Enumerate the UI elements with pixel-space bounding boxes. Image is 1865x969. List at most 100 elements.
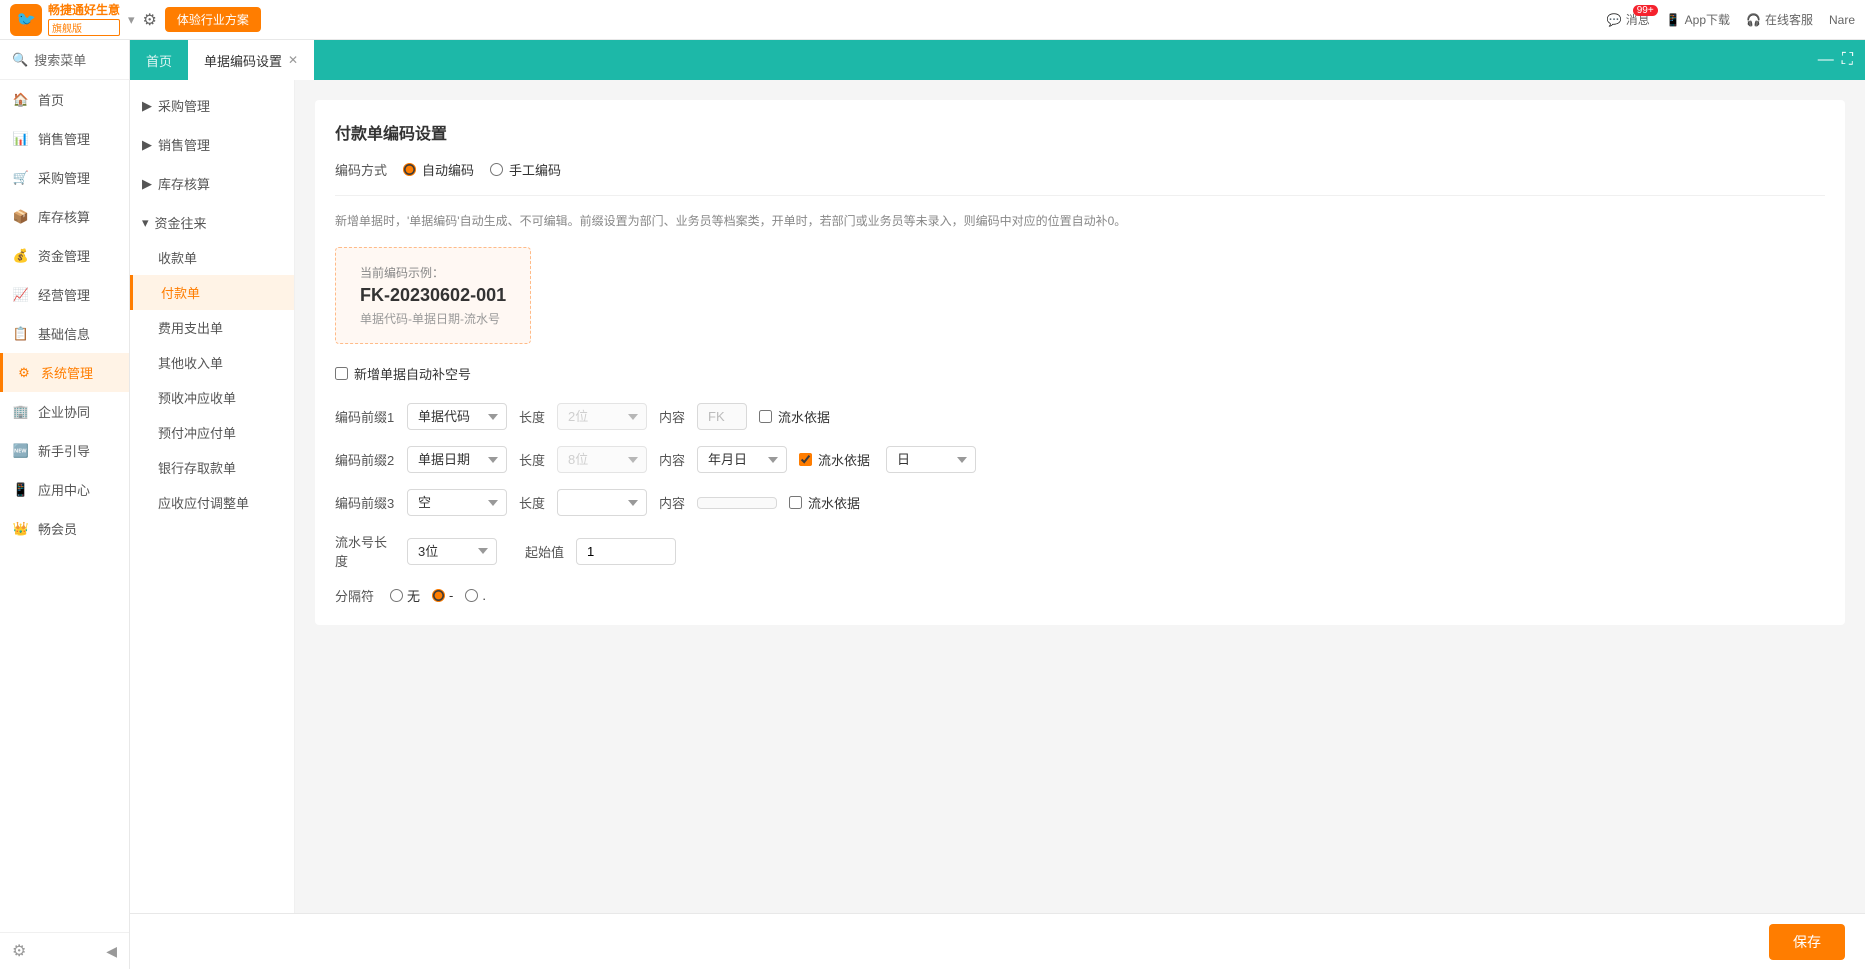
sidebar-item-home[interactable]: 🏠 首页 (0, 80, 129, 119)
settings-icon[interactable]: ⚙ (143, 10, 157, 30)
sidebar-bottom: ⚙ ◀ (0, 932, 129, 969)
manual-code-option[interactable]: 手工编码 (490, 160, 561, 179)
separator-row: 分隔符 无 - . (335, 586, 1825, 605)
prefix2-row: 编码前缀2 单据代码 单据日期 部门 业务员 空 长度 8位 内容 年月日 (335, 446, 1825, 473)
prefix3-content-label: 内容 (659, 493, 685, 512)
sep-dot-option[interactable]: . (465, 588, 486, 603)
sub-group-inventory-title[interactable]: ▶ 库存核算 (130, 166, 294, 201)
save-button[interactable]: 保存 (1769, 924, 1845, 960)
sidebar-item-member[interactable]: 👑 畅会员 (0, 509, 129, 548)
prefix2-select[interactable]: 单据代码 单据日期 部门 业务员 空 (407, 446, 507, 473)
tab-fullscreen-icon[interactable]: ⛶ (1842, 51, 1853, 69)
enterprise-icon: 🏢 (12, 403, 30, 421)
chevron-right-icon2: ▶ (142, 137, 152, 153)
support-button[interactable]: 🎧 在线客服 (1746, 11, 1813, 28)
sub-item-expense[interactable]: 费用支出单 (130, 310, 294, 345)
tab-close-icon[interactable]: ✕ (288, 53, 298, 67)
sidebar-item-appstore[interactable]: 📱 应用中心 (0, 470, 129, 509)
tab-home[interactable]: 首页 (130, 40, 188, 80)
sub-item-other-income[interactable]: 其他收入单 (130, 345, 294, 380)
sub-group-sales: ▶ 销售管理 (130, 127, 294, 162)
search-icon: 🔍 (12, 52, 28, 68)
trial-button[interactable]: 体验行业方案 (165, 7, 261, 32)
auto-code-option[interactable]: 自动编码 (403, 160, 474, 179)
serial-length-select[interactable]: 3位 4位 5位 6位 (407, 538, 497, 565)
sub-item-ap-adjust[interactable]: 应收应付调整单 (130, 485, 294, 520)
sidebar-item-purchase[interactable]: 🛒 采购管理 (0, 158, 129, 197)
serial-length-label: 流水号长度 (335, 532, 395, 570)
sub-group-purchase-title[interactable]: ▶ 采购管理 (130, 88, 294, 123)
sep-dash-option[interactable]: - (432, 588, 453, 603)
prefix2-flow-check[interactable] (799, 453, 812, 466)
auto-fill-checkbox[interactable] (335, 367, 348, 380)
manual-code-radio[interactable] (490, 163, 503, 176)
purchase-icon: 🛒 (12, 169, 30, 187)
sidebar-item-operations[interactable]: 📈 经营管理 (0, 275, 129, 314)
logo-text: 畅捷通好生意 旗舰版 (48, 3, 120, 36)
sep-dot-radio[interactable] (465, 589, 478, 602)
sales-icon: 📊 (12, 130, 30, 148)
sidebar: 🔍 搜索菜单 🏠 首页 📊 销售管理 🛒 采购管理 📦 库存核算 💰 资金管理 … (0, 40, 130, 969)
auto-code-radio[interactable] (403, 163, 416, 176)
sidebar-collapse-icon[interactable]: ◀ (106, 943, 117, 960)
top-bar-right: 💬 消息 99+ 📱 App下载 🎧 在线客服 Nare (1607, 11, 1855, 28)
sep-none-option[interactable]: 无 (390, 586, 420, 605)
system-icon: ⚙ (15, 364, 33, 382)
operations-icon: 📈 (12, 286, 30, 304)
chevron-icon[interactable]: ▾ (128, 12, 135, 28)
start-value-label: 起始值 (525, 542, 564, 561)
sidebar-item-enterprise[interactable]: 🏢 企业协同 (0, 392, 129, 431)
prefix1-length-select[interactable]: 2位 (557, 403, 647, 430)
prefix3-flow-check[interactable] (789, 496, 802, 509)
messages-button[interactable]: 💬 消息 99+ (1607, 11, 1650, 28)
sep-dash-radio[interactable] (432, 589, 445, 602)
sidebar-item-guide[interactable]: 🆕 新手引导 (0, 431, 129, 470)
prefix3-label: 编码前缀3 (335, 493, 395, 512)
sidebar-item-sales[interactable]: 📊 销售管理 (0, 119, 129, 158)
start-value-input[interactable] (576, 538, 676, 565)
sub-group-sales-title[interactable]: ▶ 销售管理 (130, 127, 294, 162)
tab-minimize-icon[interactable]: — (1818, 51, 1834, 69)
sub-sidebar: ▶ 采购管理 ▶ 销售管理 ▶ 库存核算 ▾ 资金往来 (130, 80, 295, 969)
page-title: 付款单编码设置 (335, 120, 1825, 144)
prefix2-length-select[interactable]: 8位 (557, 446, 647, 473)
sep-none-radio[interactable] (390, 589, 403, 602)
sub-item-receipt[interactable]: 收款单 (130, 240, 294, 275)
serial-row: 流水号长度 3位 4位 5位 6位 起始值 (335, 532, 1825, 570)
prefix3-length-select[interactable] (557, 489, 647, 516)
prefix2-flow-period-select[interactable]: 日 月 年 (886, 446, 976, 473)
prefix1-flow-check[interactable] (759, 410, 772, 423)
main-wrapper: 首页 单据编码设置 ✕ — ⛶ ▶ 采购管理 ▶ 销售管理 (130, 40, 1865, 969)
app-download-button[interactable]: 📱 App下载 (1666, 11, 1730, 28)
sidebar-item-system[interactable]: ⚙ 系统管理 (0, 353, 129, 392)
prefix1-content-label: 内容 (659, 407, 685, 426)
sub-item-bank-deposit[interactable]: 银行存取款单 (130, 450, 294, 485)
prefix2-content-select[interactable]: 年月日 年月 年 (697, 446, 787, 473)
finance-icon: 💰 (12, 247, 30, 265)
prefix2-flow-checkbox: 流水依据 (799, 450, 870, 469)
sidebar-settings-icon[interactable]: ⚙ (12, 941, 26, 961)
sub-item-payment[interactable]: 付款单 (130, 275, 294, 310)
sidebar-item-inventory[interactable]: 📦 库存核算 (0, 197, 129, 236)
sidebar-item-basic[interactable]: 📋 基础信息 (0, 314, 129, 353)
prefix1-length-label: 长度 (519, 407, 545, 426)
prefix2-length-label: 长度 (519, 450, 545, 469)
sub-group-fund-title[interactable]: ▾ 资金往来 (130, 205, 294, 240)
tab-bar: 首页 单据编码设置 ✕ — ⛶ (130, 40, 1865, 80)
tab-bar-right: — ⛶ (1818, 51, 1865, 69)
tab-bill-code[interactable]: 单据编码设置 ✕ (188, 40, 314, 80)
example-desc: 单据代码-单据日期-流水号 (360, 310, 506, 327)
guide-icon: 🆕 (12, 442, 30, 460)
chevron-right-icon: ▶ (142, 98, 152, 114)
prefix3-select[interactable]: 单据代码 单据日期 部门 业务员 空 (407, 489, 507, 516)
logo-icon: 🐦 (10, 4, 42, 36)
search-menu[interactable]: 🔍 搜索菜单 (0, 40, 129, 80)
prefix1-content-value: FK (697, 403, 747, 430)
prefix1-select[interactable]: 单据代码 单据日期 部门 业务员 空 (407, 403, 507, 430)
bottom-bar: 保存 (295, 913, 1865, 969)
settings-card: 付款单编码设置 编码方式 自动编码 手工编码 (315, 100, 1845, 625)
sub-item-prepay-recv[interactable]: 预收冲应收单 (130, 380, 294, 415)
sub-item-prepay-pay[interactable]: 预付冲应付单 (130, 415, 294, 450)
message-badge: 99+ (1633, 5, 1658, 16)
sidebar-item-finance[interactable]: 💰 资金管理 (0, 236, 129, 275)
